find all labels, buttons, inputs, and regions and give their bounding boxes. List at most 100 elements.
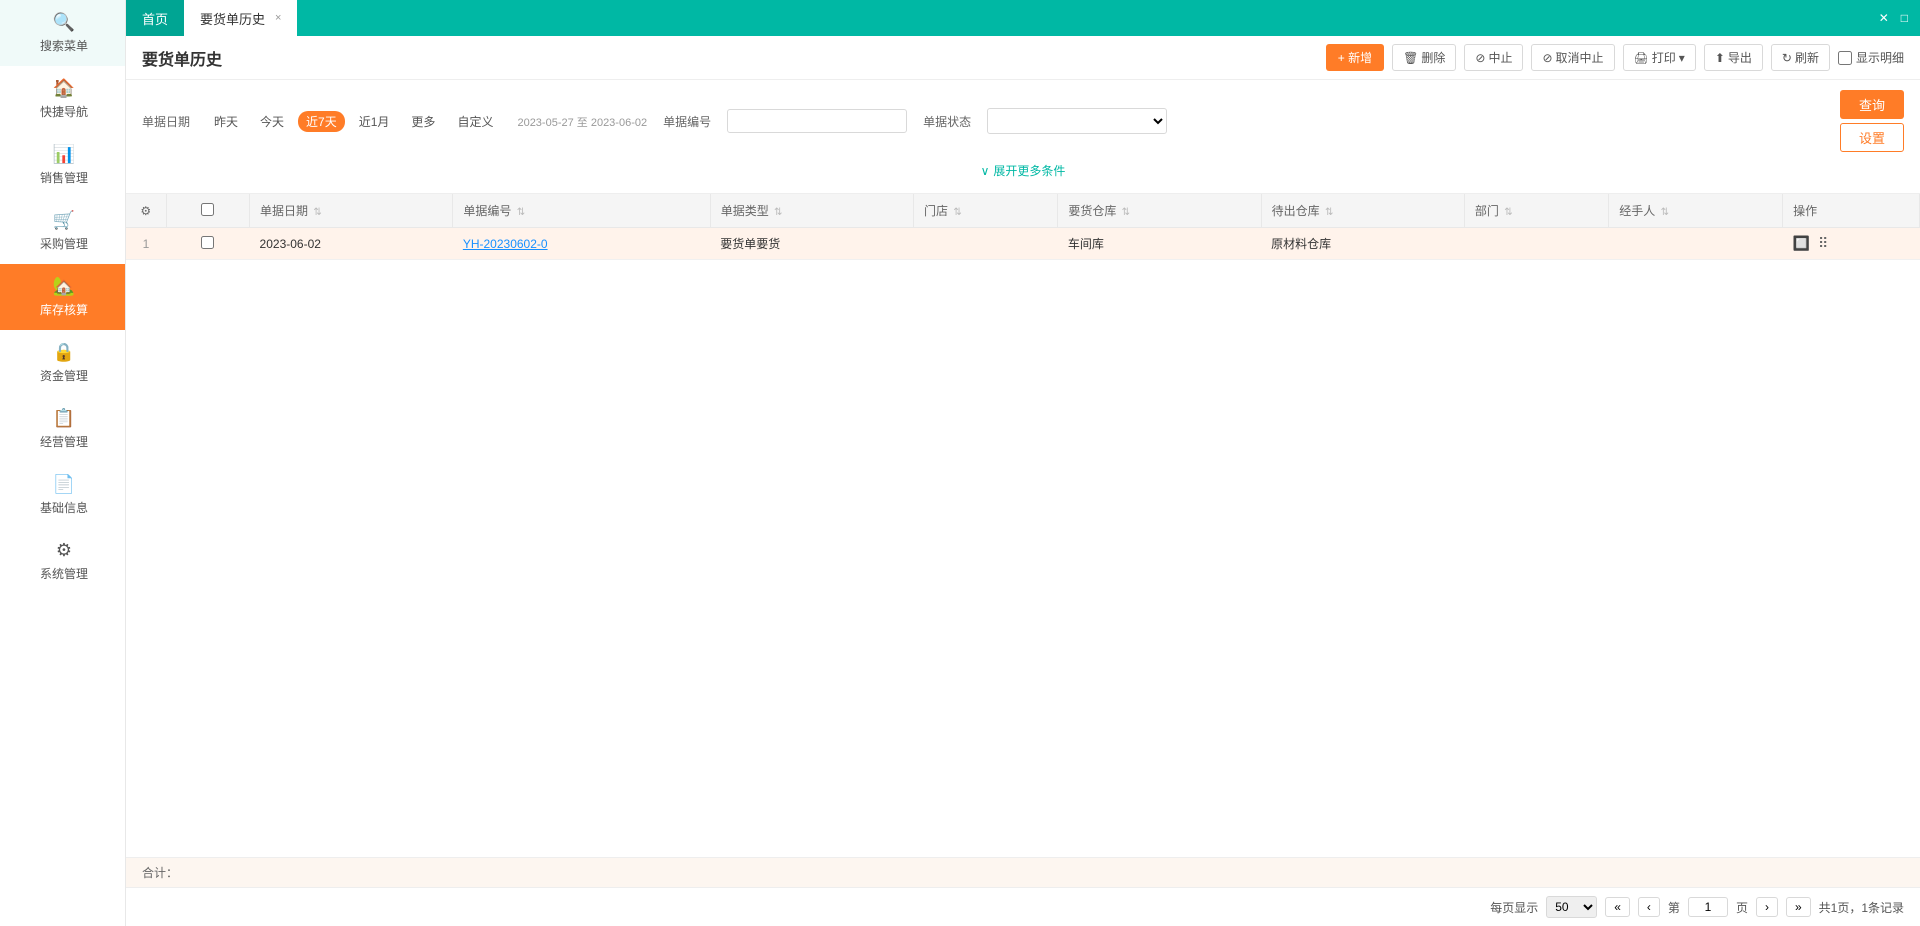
col-settings[interactable]: ⚙ [126, 194, 166, 228]
export-button[interactable]: ⬆ 导出 [1704, 44, 1763, 71]
col-bill-date[interactable]: 单据日期 ⇅ [250, 194, 453, 228]
sidebar-item-purchase[interactable]: 🛒 采购管理 [0, 198, 125, 264]
sidebar-item-operations[interactable]: 📋 经营管理 [0, 396, 125, 462]
sidebar-item-system[interactable]: ⚙ 系统管理 [0, 528, 125, 594]
refresh-button[interactable]: ↻ 刷新 [1771, 44, 1830, 71]
print-button[interactable]: 🖨 打印 ▾ [1623, 44, 1696, 71]
col-checkbox [166, 194, 250, 228]
sidebar-item-basicinfo[interactable]: 📄 基础信息 [0, 462, 125, 528]
sidebar-item-system-label: 系统管理 [40, 565, 88, 582]
sidebar-item-finance-label: 资金管理 [40, 367, 88, 384]
tab-requisition-history[interactable]: 要货单历史 × [184, 0, 297, 36]
expand-more-button[interactable]: ∨ 展开更多条件 [142, 158, 1904, 183]
row-more-btn[interactable]: ⠿ [1818, 235, 1828, 252]
tab-close-icon[interactable]: × [275, 12, 281, 24]
stop-label: 中止 [1488, 49, 1512, 66]
inventory-icon: 🏡 [53, 276, 75, 297]
prev-page-button[interactable]: ‹ [1638, 897, 1660, 917]
sidebar-item-finance[interactable]: 🔒 资金管理 [0, 330, 125, 396]
table-header-row: ⚙ 单据日期 ⇅ 单据编号 ⇅ 单据类型 ⇅ 门店 ⇅ 要货仓库 ⇅ 待出仓库 … [126, 194, 1920, 228]
setting-button[interactable]: 设置 [1840, 123, 1904, 152]
row-bill-no[interactable]: YH-20230602-0 [453, 228, 710, 260]
display-detail-label: 显示明细 [1856, 49, 1904, 66]
date-opt-1month[interactable]: 近1月 [351, 111, 398, 132]
expand-label: 展开更多条件 [993, 162, 1065, 179]
sidebar-item-basicinfo-label: 基础信息 [40, 499, 88, 516]
per-page-select[interactable]: 50 10 20 100 [1546, 896, 1597, 918]
col-pending-warehouse[interactable]: 待出仓库 ⇅ [1261, 194, 1464, 228]
print-label: 打印 [1652, 49, 1676, 66]
new-button[interactable]: + 新增 [1326, 44, 1384, 71]
sidebar-item-quicknav[interactable]: 🏠 快捷导航 [0, 66, 125, 132]
row-store [914, 228, 1058, 260]
date-opt-custom[interactable]: 自定义 [449, 111, 501, 132]
sidebar-item-search[interactable]: 🔍 搜索菜单 [0, 0, 125, 66]
last-page-button[interactable]: » [1786, 897, 1811, 917]
top-nav-right: ✕ □ [1879, 11, 1920, 25]
main-area: 要货单历史 首页 要货单历史 × ✕ □ 要货单历史 + 新增 🗑 删除 ⊘ [126, 0, 1920, 926]
sidebar-item-inventory[interactable]: 🏡 库存核算 [0, 264, 125, 330]
delete-button[interactable]: 🗑 删除 [1392, 44, 1456, 71]
tab-home[interactable]: 要货单历史 首页 [126, 0, 184, 36]
row-ops: 🔲 ⠿ [1783, 228, 1920, 260]
date-opt-today[interactable]: 今天 [252, 111, 292, 132]
status-label: 单据状态 [923, 113, 971, 130]
table-body: 1 2023-06-02 YH-20230602-0 要货单要货 车间库 原材料… [126, 228, 1920, 260]
chevron-down-icon: ∨ [981, 164, 990, 178]
bill-no-input[interactable] [727, 109, 907, 133]
cancel-stop-button[interactable]: ⊘ 取消中止 [1531, 44, 1614, 71]
row-department [1464, 228, 1608, 260]
content: 要货单历史 + 新增 🗑 删除 ⊘ 中止 ⊘ 取消中止 🖨 打印 [126, 36, 1920, 926]
date-opt-more[interactable]: 更多 [403, 111, 443, 132]
date-opt-yesterday[interactable]: 昨天 [206, 111, 246, 132]
filter-area: 单据日期 昨天 今天 近7天 近1月 更多 自定义 2023-05-27 至 2… [126, 80, 1920, 194]
select-all-checkbox[interactable] [201, 203, 214, 216]
tab-home-text: 首页 [142, 9, 168, 28]
col-req-warehouse[interactable]: 要货仓库 ⇅ [1058, 194, 1261, 228]
table-container: ⚙ 单据日期 ⇅ 单据编号 ⇅ 单据类型 ⇅ 门店 ⇅ 要货仓库 ⇅ 待出仓库 … [126, 194, 1920, 857]
col-department[interactable]: 部门 ⇅ [1464, 194, 1608, 228]
window-restore-icon[interactable]: □ [1901, 11, 1908, 25]
status-select[interactable] [987, 108, 1167, 134]
display-detail-toggle[interactable]: 显示明细 [1838, 49, 1904, 66]
delete-label: 删除 [1421, 49, 1445, 66]
sidebar-item-quicknav-label: 快捷导航 [40, 103, 88, 120]
row-checkbox[interactable] [201, 236, 214, 249]
row-view-btn[interactable]: 🔲 [1793, 235, 1810, 252]
col-store[interactable]: 门店 ⇅ [914, 194, 1058, 228]
system-icon: ⚙ [56, 540, 72, 561]
row-bill-date: 2023-06-02 [250, 228, 453, 260]
export-icon: ⬆ [1715, 51, 1725, 65]
col-ops: 操作 [1783, 194, 1920, 228]
filter-actions: 查询 设置 [1840, 90, 1904, 152]
page-number-input[interactable] [1688, 897, 1728, 917]
row-pending-warehouse: 原材料仓库 [1261, 228, 1464, 260]
sidebar-item-purchase-label: 采购管理 [40, 235, 88, 252]
window-close-icon[interactable]: ✕ [1879, 11, 1889, 25]
next-page-button[interactable]: › [1756, 897, 1778, 917]
row-req-warehouse: 车间库 [1058, 228, 1261, 260]
quicknav-icon: 🏠 [53, 78, 75, 99]
tab-requisition-label: 要货单历史 [200, 9, 265, 28]
purchase-icon: 🛒 [53, 210, 75, 231]
first-page-button[interactable]: « [1605, 897, 1630, 917]
finance-icon: 🔒 [53, 342, 75, 363]
date-opt-7days[interactable]: 近7天 [298, 111, 345, 132]
filter-row: 单据日期 昨天 今天 近7天 近1月 更多 自定义 2023-05-27 至 2… [142, 90, 1904, 152]
display-detail-checkbox[interactable] [1838, 51, 1852, 65]
pagination: 每页显示 50 10 20 100 « ‹ 第 页 › » 共1页，1条记录 [126, 887, 1920, 926]
query-button[interactable]: 查询 [1840, 90, 1904, 119]
row-bill-type: 要货单要货 [710, 228, 913, 260]
print-icon: 🖨 [1634, 51, 1649, 65]
col-handler[interactable]: 经手人 ⇅ [1609, 194, 1783, 228]
total-label: 合计： [142, 866, 178, 880]
col-bill-type[interactable]: 单据类型 ⇅ [710, 194, 913, 228]
cancel-stop-label: 取消中止 [1556, 49, 1604, 66]
top-nav: 要货单历史 首页 要货单历史 × ✕ □ [126, 0, 1920, 36]
col-bill-no[interactable]: 单据编号 ⇅ [453, 194, 710, 228]
stop-button[interactable]: ⊘ 中止 [1464, 44, 1523, 71]
bill-no-label: 单据编号 [663, 113, 711, 130]
page-title: 要货单历史 [142, 46, 222, 70]
sidebar-item-sales-label: 销售管理 [40, 169, 88, 186]
sidebar-item-sales[interactable]: 📊 销售管理 [0, 132, 125, 198]
